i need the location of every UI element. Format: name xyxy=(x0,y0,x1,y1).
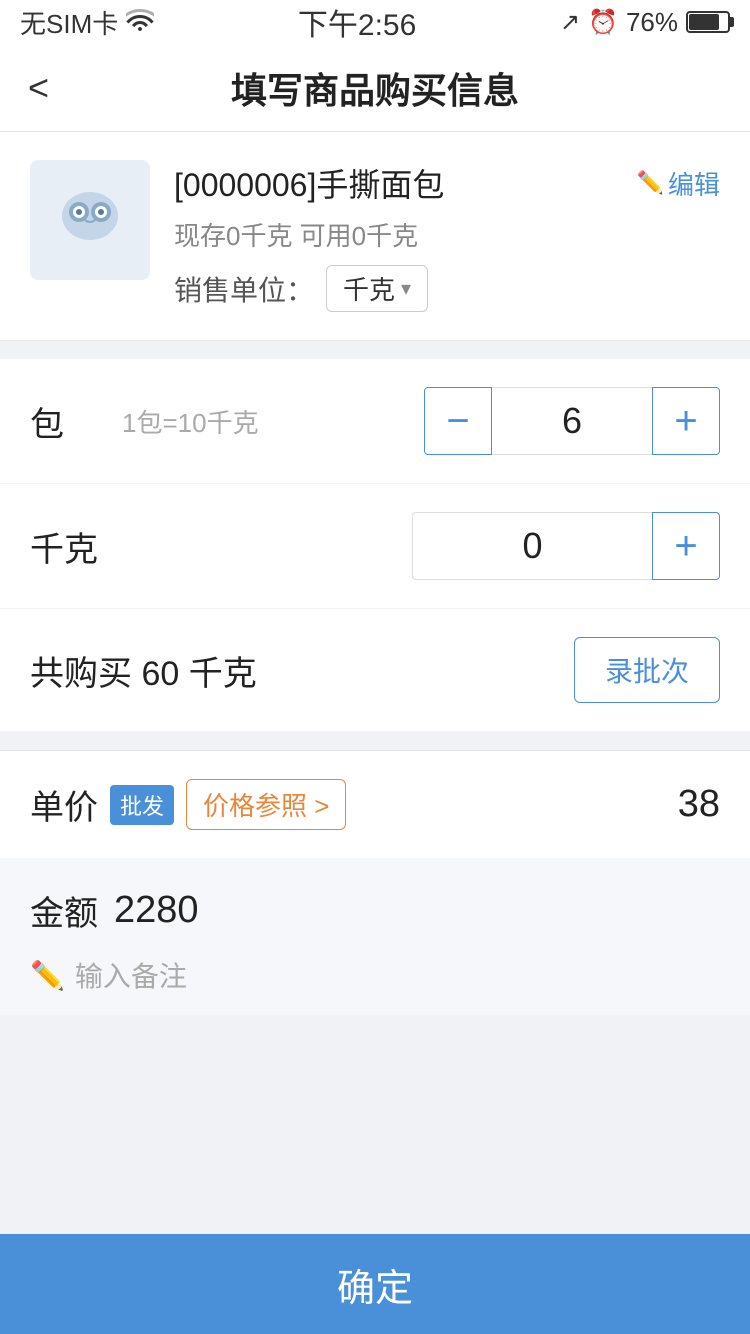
status-right: ↗ ⏰ 76% xyxy=(560,7,730,38)
carrier-text: 无SIM卡 xyxy=(20,4,118,41)
edit-icon: ✏️ xyxy=(637,170,664,196)
remark-row[interactable]: ✏️ 输入备注 xyxy=(30,955,720,995)
amount-row: 金额 2280 xyxy=(30,886,720,935)
price-value: 38 xyxy=(678,783,720,826)
section-divider-1 xyxy=(0,341,750,359)
pencil-icon: ✏️ xyxy=(30,959,65,992)
status-left: 无SIM卡 xyxy=(20,4,154,41)
nav-bar: < 填写商品购买信息 xyxy=(0,44,750,132)
bao-quantity-control: − + xyxy=(424,387,720,455)
bao-hint: 1包=10千克 xyxy=(122,403,424,440)
total-text: 共购买 60 千克 xyxy=(30,646,257,695)
location-icon: ↗ xyxy=(560,8,580,37)
product-name-row: [0000006]手撕面包 ✏️ 编辑 xyxy=(174,160,720,206)
kg-row: 千克 + xyxy=(0,484,750,609)
dropdown-arrow-icon: ▾ xyxy=(401,276,411,301)
price-badge: 批发 xyxy=(110,785,174,825)
unit-value: 千克 xyxy=(343,270,395,307)
price-row: 单价 批发 价格参照 > 38 xyxy=(30,779,720,830)
wifi-icon xyxy=(126,7,154,38)
remark-placeholder: 输入备注 xyxy=(75,955,187,995)
total-row: 共购买 60 千克 录批次 xyxy=(0,609,750,732)
product-owl-icon xyxy=(55,184,125,256)
product-image xyxy=(30,160,150,280)
product-stock: 现存0千克 可用0千克 xyxy=(174,216,720,253)
unit-selector[interactable]: 千克 ▾ xyxy=(326,265,428,312)
kg-label: 千克 xyxy=(30,522,110,571)
product-info: [0000006]手撕面包 ✏️ 编辑 现存0千克 可用0千克 销售单位： 千克… xyxy=(174,160,720,312)
price-label: 单价 xyxy=(30,780,98,829)
unit-label: 销售单位： xyxy=(174,269,314,309)
price-section: 单价 批发 价格参照 > 38 xyxy=(0,750,750,858)
kg-quantity-input[interactable] xyxy=(412,512,652,580)
section-divider-2 xyxy=(0,732,750,750)
status-bar: 无SIM卡 下午2:56 ↗ ⏰ 76% xyxy=(0,0,750,44)
batch-button[interactable]: 录批次 xyxy=(574,637,720,703)
battery-percent: 76% xyxy=(626,7,678,38)
page-title: 填写商品购买信息 xyxy=(231,62,519,114)
price-label-group: 单价 批发 价格参照 > xyxy=(30,779,346,830)
product-card: [0000006]手撕面包 ✏️ 编辑 现存0千克 可用0千克 销售单位： 千克… xyxy=(0,132,750,341)
back-button[interactable]: < xyxy=(28,67,49,109)
bao-minus-button[interactable]: − xyxy=(424,387,492,455)
product-name: [0000006]手撕面包 xyxy=(174,160,444,206)
product-unit-row: 销售单位： 千克 ▾ xyxy=(174,265,720,312)
bao-label: 包 xyxy=(30,397,110,446)
form-section: 包 1包=10千克 − + 千克 + xyxy=(0,359,750,609)
price-ref-button[interactable]: 价格参照 > xyxy=(186,779,346,830)
bao-row: 包 1包=10千克 − + xyxy=(0,359,750,484)
kg-plus-button[interactable]: + xyxy=(652,512,720,580)
price-ref-label: 价格参照 > xyxy=(203,786,329,823)
battery-icon xyxy=(686,11,730,33)
edit-button[interactable]: ✏️ 编辑 xyxy=(637,165,720,202)
status-time: 下午2:56 xyxy=(298,0,416,44)
amount-section: 金额 2280 ✏️ 输入备注 xyxy=(0,858,750,1015)
confirm-button[interactable]: 确定 xyxy=(0,1234,750,1334)
alarm-icon: ⏰ xyxy=(588,8,618,37)
bao-quantity-input[interactable] xyxy=(492,387,652,455)
kg-quantity-control: + xyxy=(412,512,720,580)
bao-plus-button[interactable]: + xyxy=(652,387,720,455)
amount-value: 2280 xyxy=(114,889,199,932)
amount-label: 金额 xyxy=(30,886,98,935)
